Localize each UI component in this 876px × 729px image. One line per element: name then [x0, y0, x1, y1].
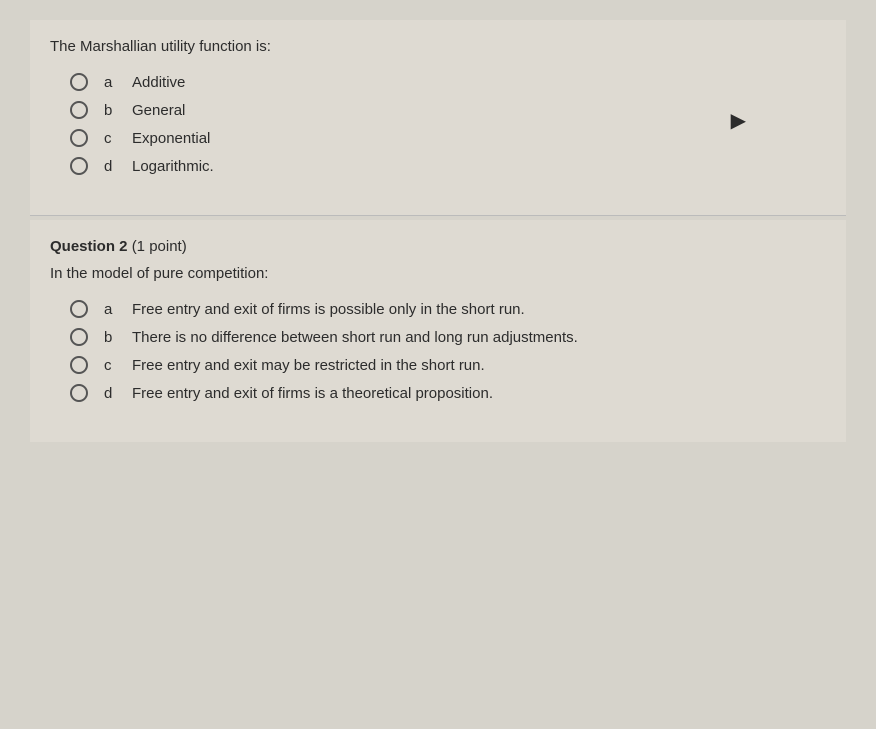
option-text-b: General	[132, 102, 185, 119]
question-1-title: The Marshallian utility function is:	[50, 38, 826, 55]
radio-q2-a[interactable]	[70, 300, 88, 318]
radio-q2-d[interactable]	[70, 384, 88, 402]
radio-q1-c[interactable]	[70, 129, 88, 147]
question-2-header: Question 2 (1 point)	[50, 238, 826, 255]
option-text-q2-d: Free entry and exit of firms is a theore…	[132, 385, 493, 402]
option-letter-a: a	[104, 74, 116, 91]
option-letter-q2-b: b	[104, 329, 116, 346]
question-2-title: In the model of pure competition:	[50, 265, 826, 282]
option-text-q2-a: Free entry and exit of firms is possible…	[132, 301, 525, 318]
radio-q2-c[interactable]	[70, 356, 88, 374]
option-text-c: Exponential	[132, 130, 210, 147]
option-text-d: Logarithmic.	[132, 158, 214, 175]
question-2-options: a Free entry and exit of firms is possib…	[70, 300, 826, 402]
list-item: d Logarithmic.	[70, 157, 826, 175]
option-letter-b: b	[104, 102, 116, 119]
list-item: b There is no difference between short r…	[70, 328, 826, 346]
question-1-options: a Additive b General c Exponential d Log…	[70, 73, 826, 175]
option-letter-d: d	[104, 158, 116, 175]
option-text-a: Additive	[132, 74, 185, 91]
option-letter-q2-c: c	[104, 357, 116, 374]
list-item: c Exponential	[70, 129, 826, 147]
list-item: a Additive	[70, 73, 826, 91]
question-2-block: Question 2 (1 point) In the model of pur…	[30, 220, 846, 442]
list-item: c Free entry and exit may be restricted …	[70, 356, 826, 374]
list-item: a Free entry and exit of firms is possib…	[70, 300, 826, 318]
option-letter-c: c	[104, 130, 116, 147]
question-2-points: (1 point)	[132, 238, 187, 255]
question-1-block: ▶ The Marshallian utility function is: a…	[30, 20, 846, 216]
option-text-q2-b: There is no difference between short run…	[132, 329, 578, 346]
list-item: b General	[70, 101, 826, 119]
option-letter-q2-d: d	[104, 385, 116, 402]
radio-q1-d[interactable]	[70, 157, 88, 175]
option-text-q2-c: Free entry and exit may be restricted in…	[132, 357, 485, 374]
option-letter-q2-a: a	[104, 301, 116, 318]
list-item: d Free entry and exit of firms is a theo…	[70, 384, 826, 402]
radio-q2-b[interactable]	[70, 328, 88, 346]
radio-q1-a[interactable]	[70, 73, 88, 91]
question-2-label: Question 2	[50, 238, 128, 255]
radio-q1-b[interactable]	[70, 101, 88, 119]
